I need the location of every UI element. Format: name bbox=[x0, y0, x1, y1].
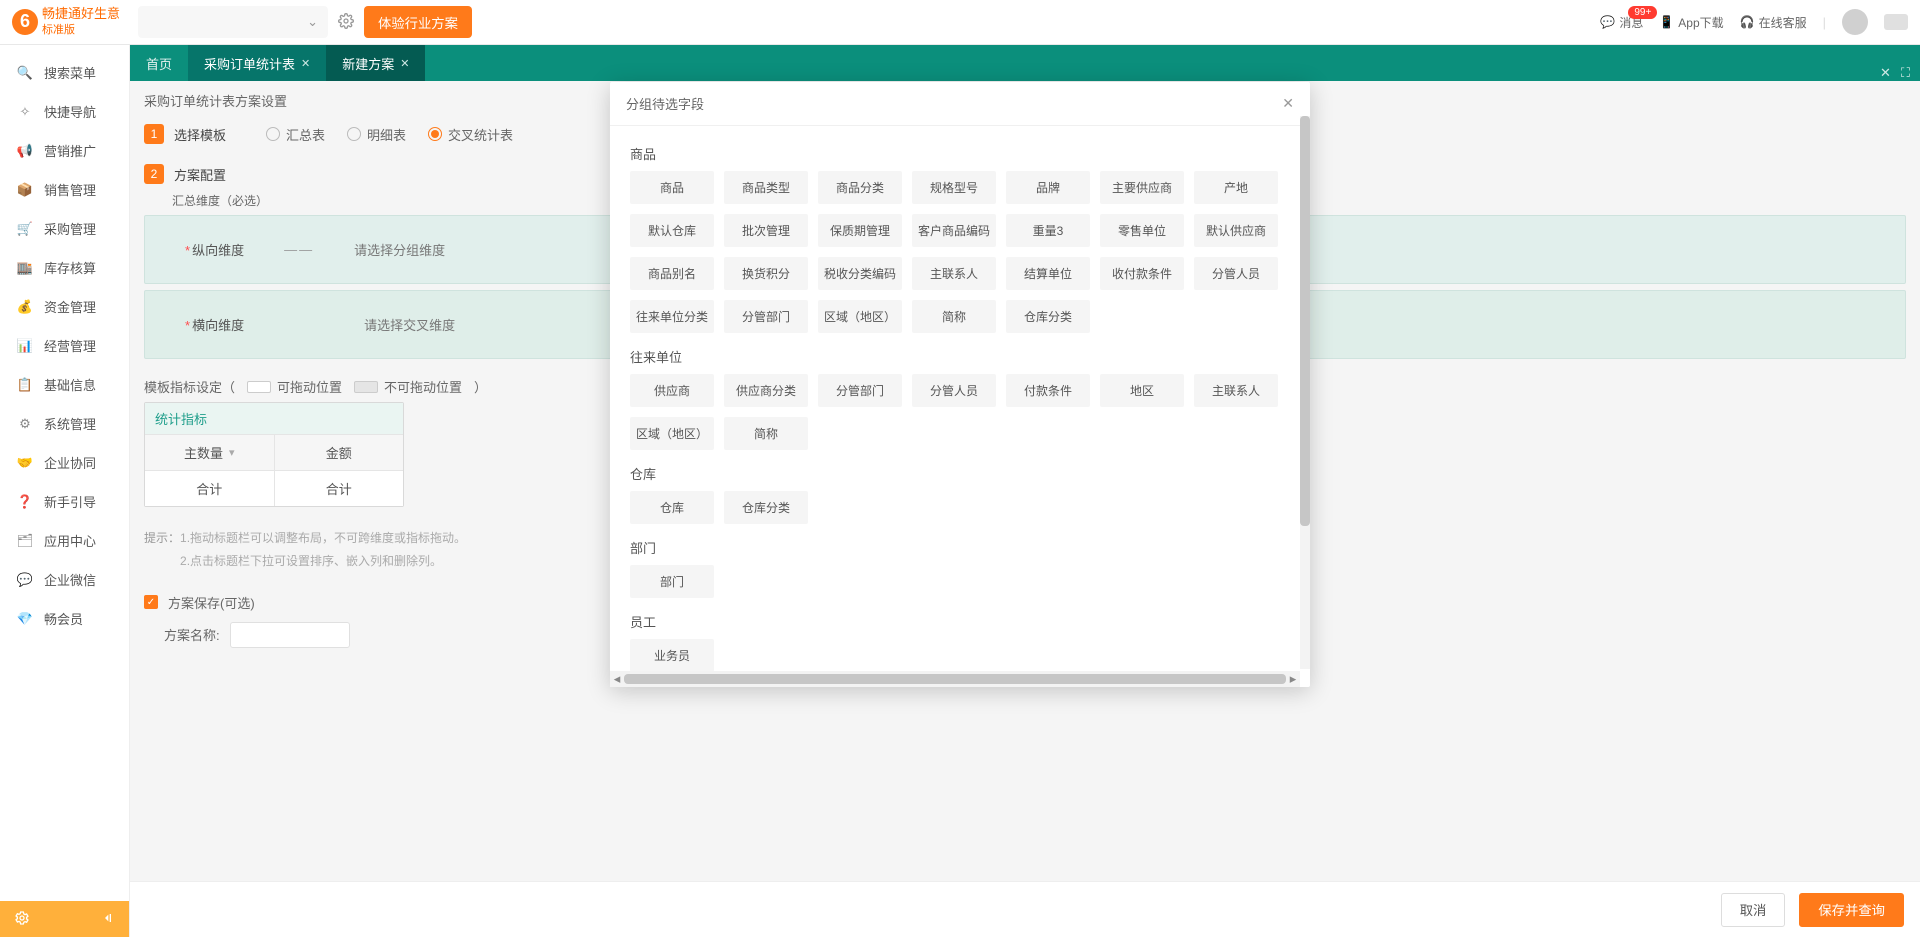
field-chip[interactable]: 分管部门 bbox=[818, 374, 902, 407]
field-chip[interactable]: 换货积分 bbox=[724, 257, 808, 290]
headset-icon: 🎧 bbox=[1740, 15, 1755, 29]
field-group-title: 仓库 bbox=[630, 464, 1290, 483]
group-fields-modal: 分组待选字段 ✕ 商品商品商品类型商品分类规格型号品牌主要供应商产地默认仓库批次… bbox=[610, 82, 1310, 687]
field-chip[interactable]: 品牌 bbox=[1006, 171, 1090, 204]
field-group-title: 商品 bbox=[630, 144, 1290, 163]
modal-header: 分组待选字段 ✕ bbox=[610, 82, 1310, 126]
field-chip[interactable]: 商品分类 bbox=[818, 171, 902, 204]
field-chip[interactable]: 主要供应商 bbox=[1100, 171, 1184, 204]
modal-scrollbar-vertical[interactable] bbox=[1300, 116, 1310, 669]
field-chip[interactable]: 规格型号 bbox=[912, 171, 996, 204]
field-chip[interactable]: 简称 bbox=[724, 417, 808, 450]
divider: | bbox=[1823, 15, 1826, 30]
field-chip[interactable]: 供应商分类 bbox=[724, 374, 808, 407]
field-grid: 商品商品类型商品分类规格型号品牌主要供应商产地默认仓库批次管理保质期管理客户商品… bbox=[630, 171, 1290, 333]
trial-button[interactable]: 体验行业方案 bbox=[364, 6, 472, 38]
field-grid: 仓库仓库分类 bbox=[630, 491, 1290, 524]
field-chip[interactable]: 分管人员 bbox=[912, 374, 996, 407]
field-chip[interactable]: 商品 bbox=[630, 171, 714, 204]
field-chip[interactable]: 默认供应商 bbox=[1194, 214, 1278, 247]
field-chip[interactable]: 保质期管理 bbox=[818, 214, 902, 247]
field-chip[interactable]: 商品别名 bbox=[630, 257, 714, 290]
field-chip[interactable]: 默认仓库 bbox=[630, 214, 714, 247]
field-chip[interactable]: 区域（地区） bbox=[818, 300, 902, 333]
messages-badge: 99+ bbox=[1628, 6, 1657, 19]
scroll-left-icon[interactable]: ◂ bbox=[610, 671, 624, 687]
app-download-label: App下载 bbox=[1678, 14, 1723, 31]
gear-icon[interactable] bbox=[338, 13, 354, 32]
message-icon: 💬 bbox=[1600, 15, 1615, 29]
field-chip[interactable]: 零售单位 bbox=[1100, 214, 1184, 247]
field-chip[interactable]: 付款条件 bbox=[1006, 374, 1090, 407]
field-chip[interactable]: 往来单位分类 bbox=[630, 300, 714, 333]
field-chip[interactable]: 仓库 bbox=[630, 491, 714, 524]
field-chip[interactable]: 分管人员 bbox=[1194, 257, 1278, 290]
field-chip[interactable]: 产地 bbox=[1194, 171, 1278, 204]
modal-title: 分组待选字段 bbox=[626, 94, 704, 113]
field-chip[interactable]: 税收分类编码 bbox=[818, 257, 902, 290]
field-chip[interactable]: 批次管理 bbox=[724, 214, 808, 247]
avatar[interactable] bbox=[1842, 9, 1868, 35]
field-chip[interactable]: 主联系人 bbox=[912, 257, 996, 290]
field-chip[interactable]: 部门 bbox=[630, 565, 714, 598]
field-chip[interactable]: 客户商品编码 bbox=[912, 214, 996, 247]
field-chip[interactable]: 地区 bbox=[1100, 374, 1184, 407]
brand-name: 畅捷通好生意 bbox=[42, 7, 120, 21]
field-chip[interactable]: 商品类型 bbox=[724, 171, 808, 204]
online-service-button[interactable]: 🎧 在线客服 bbox=[1740, 14, 1807, 31]
modal-scrollbar-horizontal[interactable]: ◂ ▸ bbox=[610, 671, 1300, 687]
field-chip[interactable]: 主联系人 bbox=[1194, 374, 1278, 407]
modal-body: 商品商品商品类型商品分类规格型号品牌主要供应商产地默认仓库批次管理保质期管理客户… bbox=[610, 126, 1310, 687]
scroll-right-icon[interactable]: ▸ bbox=[1286, 671, 1300, 687]
field-chip[interactable]: 仓库分类 bbox=[1006, 300, 1090, 333]
field-grid: 部门 bbox=[630, 565, 1290, 598]
app-download-button[interactable]: 📱 App下载 bbox=[1659, 14, 1723, 31]
messages-button[interactable]: 💬 消息 99+ bbox=[1600, 14, 1643, 31]
field-grid: 业务员 bbox=[630, 639, 1290, 672]
field-group-title: 部门 bbox=[630, 538, 1290, 557]
user-chip[interactable] bbox=[1884, 14, 1908, 30]
logo: 6 畅捷通好生意 标准版 bbox=[12, 7, 130, 37]
modal-close-icon[interactable]: ✕ bbox=[1282, 95, 1294, 112]
company-select[interactable]: ⌄ bbox=[138, 6, 328, 38]
field-chip[interactable]: 分管部门 bbox=[724, 300, 808, 333]
field-chip[interactable]: 区域（地区） bbox=[630, 417, 714, 450]
field-chip[interactable]: 结算单位 bbox=[1006, 257, 1090, 290]
top-header: 6 畅捷通好生意 标准版 ⌄ 体验行业方案 💬 消息 99+ 📱 App下载 🎧… bbox=[0, 0, 1920, 45]
field-chip[interactable]: 重量3 bbox=[1006, 214, 1090, 247]
field-chip[interactable]: 收付款条件 bbox=[1100, 257, 1184, 290]
field-chip[interactable]: 简称 bbox=[912, 300, 996, 333]
logo-icon: 6 bbox=[12, 9, 38, 35]
field-chip[interactable]: 业务员 bbox=[630, 639, 714, 672]
field-group-title: 往来单位 bbox=[630, 347, 1290, 366]
chevron-down-icon: ⌄ bbox=[307, 14, 318, 30]
brand-sub: 标准版 bbox=[42, 21, 120, 37]
field-chip[interactable]: 仓库分类 bbox=[724, 491, 808, 524]
online-service-label: 在线客服 bbox=[1759, 14, 1807, 31]
field-group-title: 员工 bbox=[630, 612, 1290, 631]
top-right-actions: 💬 消息 99+ 📱 App下载 🎧 在线客服 | bbox=[1600, 9, 1908, 35]
field-chip[interactable]: 供应商 bbox=[630, 374, 714, 407]
phone-icon: 📱 bbox=[1659, 15, 1674, 29]
field-grid: 供应商供应商分类分管部门分管人员付款条件地区主联系人区域（地区） 简称 bbox=[630, 374, 1290, 450]
